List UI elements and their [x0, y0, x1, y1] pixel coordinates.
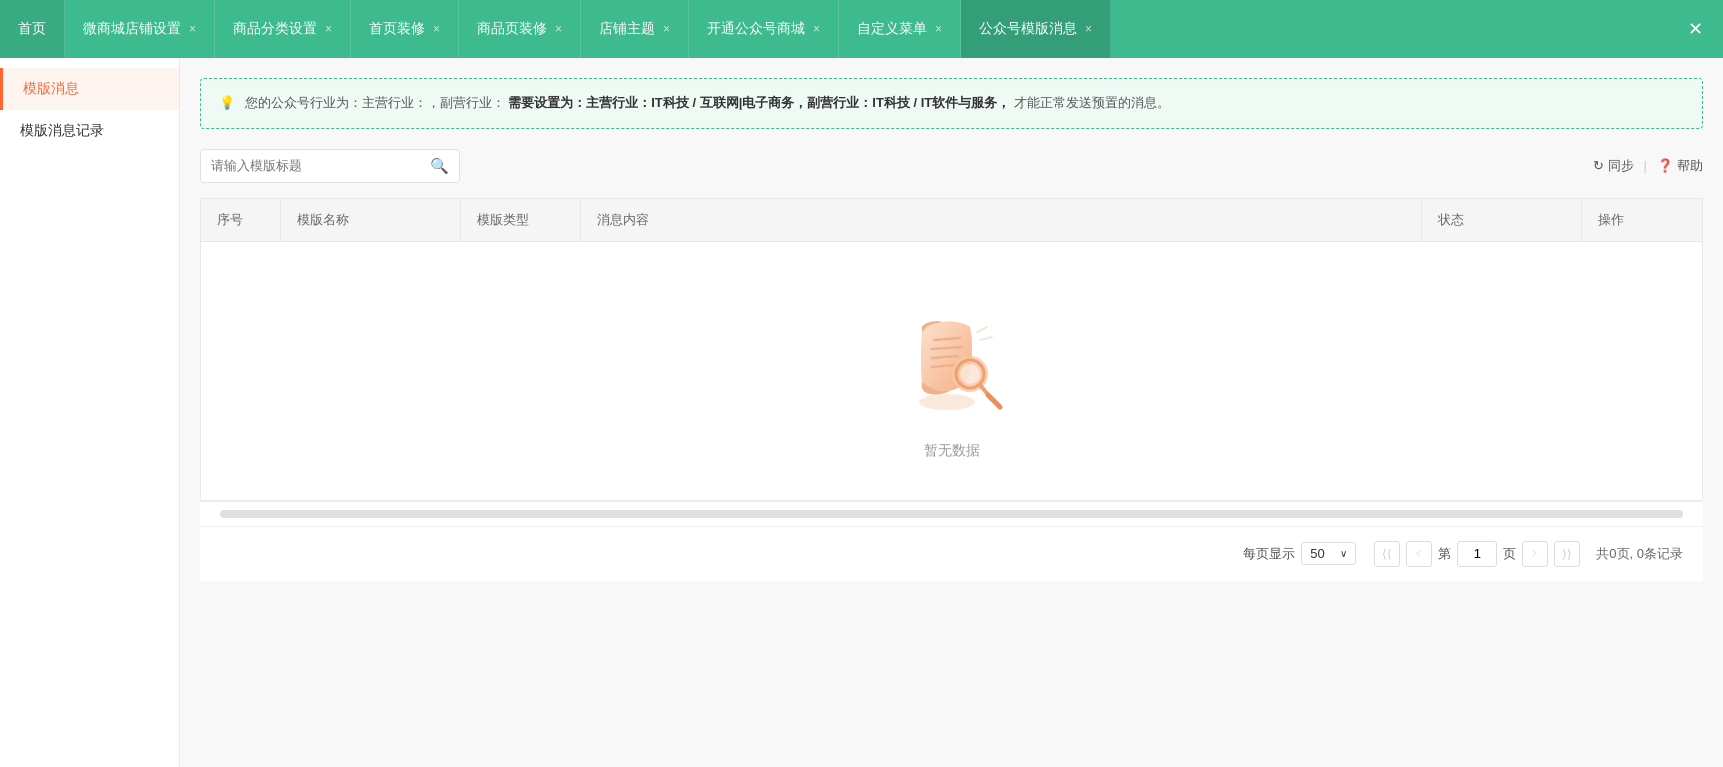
tab-product-category-close[interactable]: ×: [325, 22, 332, 36]
tab-template-msg-close[interactable]: ×: [1085, 22, 1092, 36]
data-table: 序号 模版名称 模版类型 消息内容 状态 操作: [200, 198, 1703, 501]
tab-custom-menu-close[interactable]: ×: [935, 22, 942, 36]
tab-product-decor-close[interactable]: ×: [555, 22, 562, 36]
sidebar-item-template-msg[interactable]: 模版消息: [0, 68, 179, 110]
toolbar-right: ↻ 同步 | ❓ 帮助: [1593, 157, 1703, 175]
notice-prefix: 您的公众号行业为：主营行业：，副营行业：: [245, 95, 505, 110]
search-bar: 🔍 ↻ 同步 | ❓ 帮助: [200, 149, 1703, 183]
notice-highlight: 需要设置为：主营行业：IT科技 / 互联网|电子商务，副营行业：IT科技 / I…: [508, 95, 1010, 110]
tab-micro-shop[interactable]: 微商城店铺设置 ×: [65, 0, 215, 58]
tab-open-mall[interactable]: 开通公众号商城 ×: [689, 0, 839, 58]
per-page-label: 每页显示: [1243, 545, 1295, 563]
search-input-wrap[interactable]: 🔍: [200, 149, 460, 183]
tab-product-category[interactable]: 商品分类设置 ×: [215, 0, 351, 58]
tab-home[interactable]: 首页: [0, 0, 65, 58]
next-page-button[interactable]: ﹥: [1522, 541, 1548, 567]
tab-shop-theme-close[interactable]: ×: [663, 22, 670, 36]
per-page-value: 50: [1310, 546, 1324, 561]
empty-state: 暂无数据: [201, 242, 1702, 500]
tab-shop-theme-label: 店铺主题: [599, 20, 655, 38]
tab-custom-menu-label: 自定义菜单: [857, 20, 927, 38]
tab-template-msg-label: 公众号模版消息: [979, 20, 1077, 38]
sync-icon: ↻: [1593, 158, 1604, 173]
tab-bar-close-all[interactable]: ✕: [1668, 0, 1723, 58]
search-icon[interactable]: 🔍: [430, 157, 449, 175]
th-name: 模版名称: [281, 199, 461, 241]
scrollbar-area: [200, 501, 1703, 526]
th-type: 模版类型: [461, 199, 581, 241]
tab-open-mall-close[interactable]: ×: [813, 22, 820, 36]
svg-line-10: [977, 327, 987, 332]
tab-template-msg[interactable]: 公众号模版消息 ×: [961, 0, 1111, 58]
help-label: 帮助: [1677, 157, 1703, 175]
pagination: 每页显示 50 ∨ ⟨⟨ ﹤ 第 页 ﹥ ⟩⟩ 共0页, 0条记录: [200, 526, 1703, 581]
sidebar-template-msg-label: 模版消息: [23, 80, 79, 96]
notice-suffix: 才能正常发送预置的消息。: [1014, 95, 1170, 110]
page-nav: ⟨⟨ ﹤ 第 页 ﹥ ⟩⟩: [1374, 541, 1580, 567]
sync-button[interactable]: ↻ 同步: [1593, 157, 1634, 175]
tab-product-decor[interactable]: 商品页装修 ×: [459, 0, 581, 58]
notice-box: 💡 您的公众号行业为：主营行业：，副营行业： 需要设置为：主营行业：IT科技 /…: [200, 78, 1703, 129]
svg-line-9: [988, 395, 1000, 407]
notice-icon: 💡: [219, 95, 235, 110]
per-page-select: 每页显示 50 ∨: [1243, 542, 1356, 565]
help-icon: ❓: [1657, 158, 1673, 173]
tab-product-decor-label: 商品页装修: [477, 20, 547, 38]
total-info: 共0页, 0条记录: [1596, 545, 1683, 563]
th-actions: 操作: [1582, 199, 1702, 241]
help-button[interactable]: ❓ 帮助: [1657, 157, 1703, 175]
sidebar-template-history-label: 模版消息记录: [20, 122, 104, 138]
tab-micro-shop-label: 微商城店铺设置: [83, 20, 181, 38]
chevron-down-icon: ∨: [1340, 548, 1347, 559]
first-page-button[interactable]: ⟨⟨: [1374, 541, 1400, 567]
sidebar-item-template-history[interactable]: 模版消息记录: [0, 110, 179, 152]
table-header: 序号 模版名称 模版类型 消息内容 状态 操作: [201, 199, 1702, 242]
page-input[interactable]: [1457, 541, 1497, 567]
sidebar: 模版消息 模版消息记录: [0, 58, 180, 767]
horizontal-scrollbar[interactable]: [220, 510, 1683, 518]
empty-illustration: [892, 302, 1012, 422]
content-area: 💡 您的公众号行业为：主营行业：，副营行业： 需要设置为：主营行业：IT科技 /…: [180, 58, 1723, 767]
svg-point-7: [960, 364, 980, 384]
th-content: 消息内容: [581, 199, 1422, 241]
per-page-dropdown[interactable]: 50 ∨: [1301, 542, 1356, 565]
page-unit: 页: [1503, 545, 1516, 563]
tab-micro-shop-close[interactable]: ×: [189, 22, 196, 36]
page-label: 第: [1438, 545, 1451, 563]
th-status: 状态: [1422, 199, 1582, 241]
svg-point-0: [919, 394, 975, 410]
tab-bar: 首页 微商城店铺设置 × 商品分类设置 × 首页装修 × 商品页装修 × 店铺主…: [0, 0, 1723, 58]
th-seq: 序号: [201, 199, 281, 241]
tab-product-category-label: 商品分类设置: [233, 20, 317, 38]
sync-label: 同步: [1608, 157, 1634, 175]
tab-home-decor-close[interactable]: ×: [433, 22, 440, 36]
tab-open-mall-label: 开通公众号商城: [707, 20, 805, 38]
prev-page-button[interactable]: ﹤: [1406, 541, 1432, 567]
empty-text: 暂无数据: [924, 442, 980, 460]
last-page-button[interactable]: ⟩⟩: [1554, 541, 1580, 567]
main-layout: 模版消息 模版消息记录 💡 您的公众号行业为：主营行业：，副营行业： 需要设置为…: [0, 58, 1723, 767]
tab-home-decor[interactable]: 首页装修 ×: [351, 0, 459, 58]
tab-home-label: 首页: [18, 20, 46, 38]
tab-custom-menu[interactable]: 自定义菜单 ×: [839, 0, 961, 58]
search-input[interactable]: [211, 158, 430, 173]
toolbar-divider: |: [1644, 158, 1647, 173]
tab-home-decor-label: 首页装修: [369, 20, 425, 38]
svg-line-11: [980, 337, 992, 340]
tab-shop-theme[interactable]: 店铺主题 ×: [581, 0, 689, 58]
